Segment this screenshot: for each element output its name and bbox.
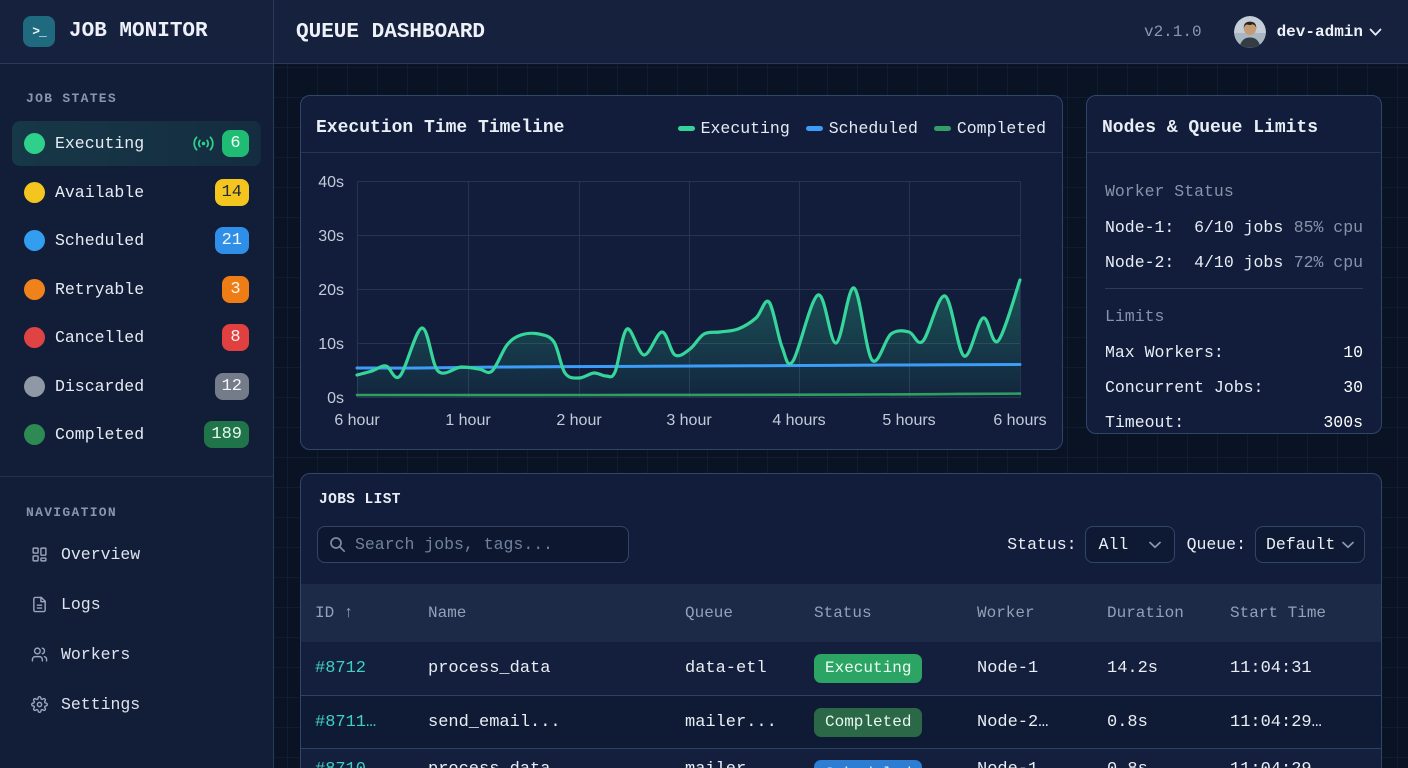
- svg-text:2 hour: 2 hour: [556, 412, 602, 429]
- svg-text:5 hours: 5 hours: [882, 412, 935, 429]
- svg-text:30s: 30s: [318, 228, 344, 245]
- svg-text:4 hours: 4 hours: [772, 412, 825, 429]
- svg-text:3 hour: 3 hour: [666, 412, 712, 429]
- svg-text:0s: 0s: [327, 390, 344, 407]
- svg-text:10s: 10s: [318, 336, 344, 353]
- svg-text:6 hours: 6 hours: [993, 412, 1046, 429]
- svg-text:40s: 40s: [318, 174, 344, 191]
- svg-text:1 hour: 1 hour: [445, 412, 491, 429]
- svg-text:6 hour: 6 hour: [334, 412, 380, 429]
- svg-text:20s: 20s: [318, 282, 344, 299]
